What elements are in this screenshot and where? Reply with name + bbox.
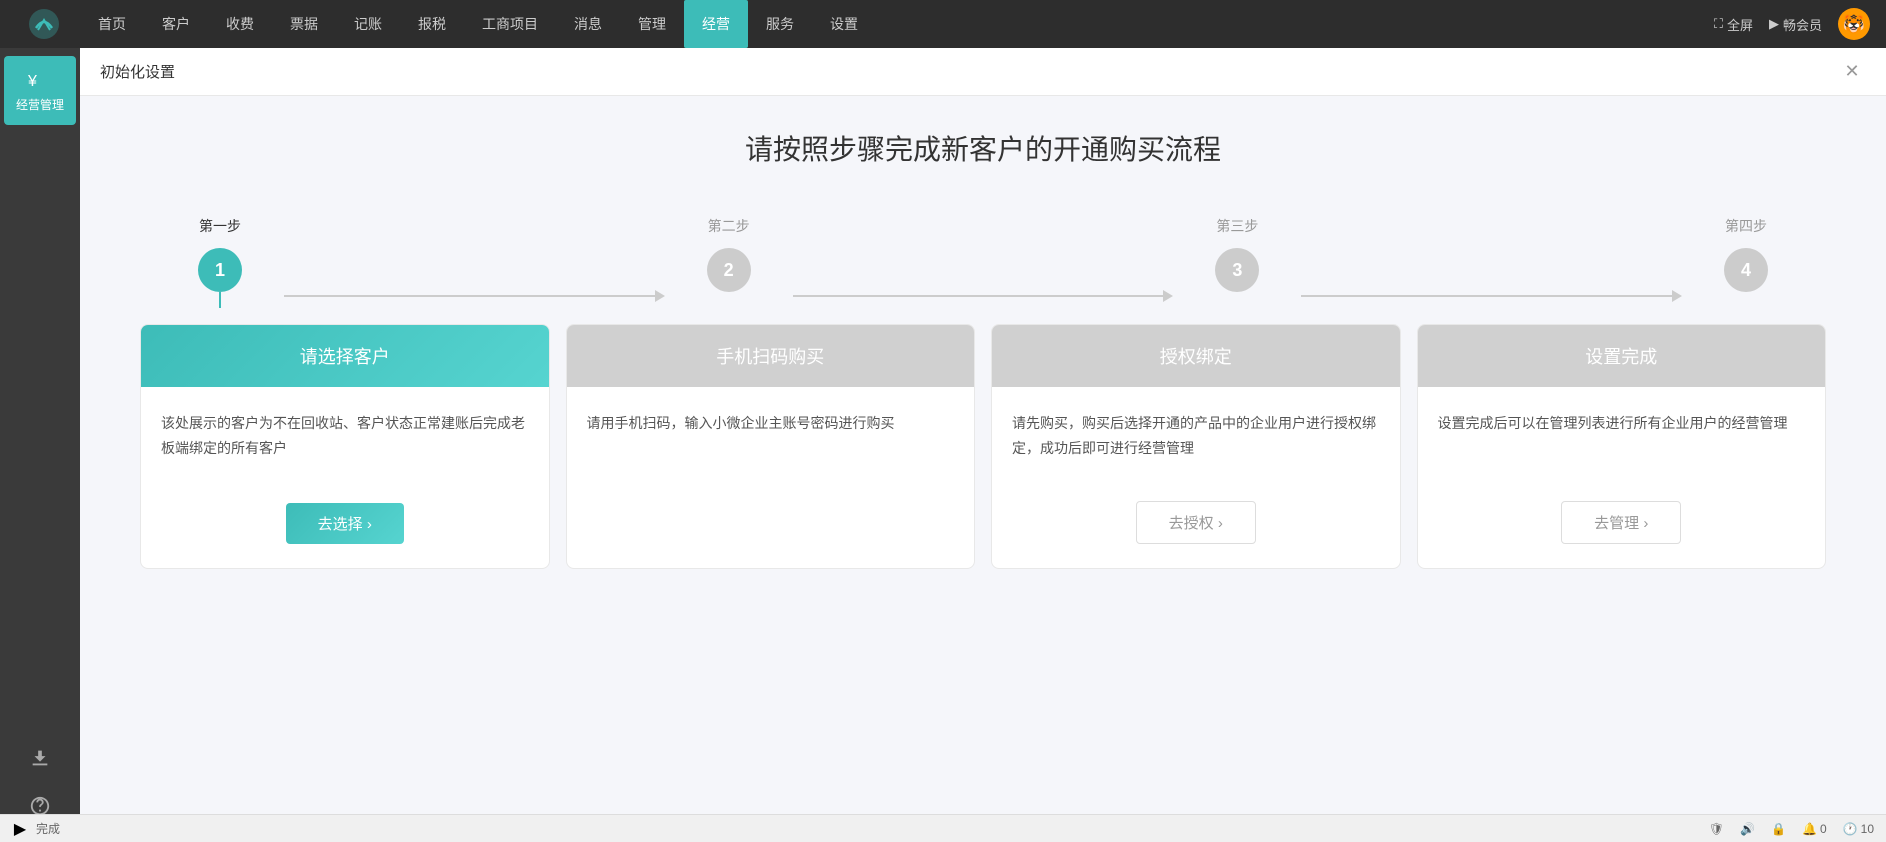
card-2: 手机扫码购买 请用手机扫码，输入小微企业主账号密码进行购买 — [566, 324, 976, 569]
sidebar: ¥ 经营管理 — [0, 48, 80, 842]
wizard-title: 请按照步骤完成新客户的开通购买流程 — [140, 128, 1826, 168]
lock-status: 🔒 — [1771, 822, 1786, 836]
lock-icon: 🔒 — [1771, 822, 1786, 836]
nav-item-home[interactable]: 首页 — [80, 0, 144, 48]
step-3: 第三步 3 — [1177, 216, 1297, 292]
card-3-header: 授权绑定 — [992, 325, 1400, 387]
arrow-1-2 — [655, 290, 665, 302]
volume-status: 🔊 — [1740, 822, 1755, 836]
status-right: 🛡 🔊 🔒 🔔 0 🕐 10 — [1709, 822, 1874, 836]
cards-row: 请选择客户 该处展示的客户为不在回收站、客户状态正常建账后完成老板端绑定的所有客… — [140, 324, 1826, 569]
card-2-footer — [567, 528, 975, 568]
card-1-footer: 去选择 › — [141, 487, 549, 568]
go-select-button[interactable]: 去选择 › — [286, 503, 404, 544]
line-2-3 — [793, 295, 1164, 297]
connector-3-4 — [1297, 290, 1686, 302]
line-1-2 — [284, 295, 655, 297]
card-1: 请选择客户 该处展示的客户为不在回收站、客户状态正常建账后完成老板端绑定的所有客… — [140, 324, 550, 569]
volume-icon: 🔊 — [1740, 822, 1755, 836]
step-3-label: 第三步 — [1216, 216, 1258, 236]
page-title: 初始化设置 — [100, 61, 175, 82]
fullscreen-btn[interactable]: ⛶ 全屏 — [1714, 15, 1753, 34]
sidebar-item-operation[interactable]: ¥ 经营管理 — [4, 56, 76, 125]
shield-status: 🛡 — [1709, 822, 1724, 836]
go-manage-button[interactable]: 去管理 › — [1561, 501, 1681, 544]
step-4: 第四步 4 — [1686, 216, 1806, 292]
step-1-circle: 1 — [198, 248, 242, 292]
arrow-2-3 — [1163, 290, 1173, 302]
app-logo[interactable] — [16, 8, 72, 40]
step-4-circle: 4 — [1724, 248, 1768, 292]
time-icon: 🕐 — [1843, 822, 1858, 836]
steps-container: 第一步 1 第二步 2 第三步 — [140, 216, 1826, 308]
status-text: 完成 — [36, 820, 60, 837]
step-1-label: 第一步 — [199, 216, 241, 236]
card-4: 设置完成 设置完成后可以在管理列表进行所有企业用户的经营管理 去管理 › — [1417, 324, 1827, 569]
fullscreen-icon: ⛶ — [1714, 16, 1723, 32]
card-3: 授权绑定 请先购买，购买后选择开通的产品中的企业用户进行授权绑定，成功后即可进行… — [991, 324, 1401, 569]
card-4-body: 设置完成后可以在管理列表进行所有企业用户的经营管理 — [1418, 387, 1826, 485]
step-1: 第一步 1 — [160, 216, 280, 308]
shield-icon: 🛡 — [1709, 822, 1724, 836]
play-button[interactable]: ▶ — [12, 821, 28, 837]
nav-item-bookkeep[interactable]: 记账 — [336, 0, 400, 48]
nav-item-bill[interactable]: 票据 — [272, 0, 336, 48]
sidebar-item-label: 经营管理 — [16, 96, 64, 113]
user-avatar[interactable]: 🐯 — [1838, 8, 1870, 40]
vip-icon: ▶ — [1769, 16, 1779, 32]
close-button[interactable]: ✕ — [1838, 58, 1866, 86]
wizard-area: 请按照步骤完成新客户的开通购买流程 第一步 1 第二步 2 — [80, 96, 1886, 601]
line-3-4 — [1301, 295, 1672, 297]
card-2-body: 请用手机扫码，输入小微企业主账号密码进行购买 — [567, 387, 975, 528]
nav-right-area: ⛶ 全屏 ▶ 畅会员 🐯 — [1714, 8, 1870, 40]
card-4-header: 设置完成 — [1418, 325, 1826, 387]
nav-item-manage[interactable]: 管理 — [620, 0, 684, 48]
card-2-header: 手机扫码购买 — [567, 325, 975, 387]
nav-item-settings[interactable]: 设置 — [812, 0, 876, 48]
step-4-label: 第四步 — [1725, 216, 1767, 236]
status-bar: ▶ 完成 🛡 🔊 🔒 🔔 0 🕐 10 — [0, 814, 1886, 842]
nav-item-service[interactable]: 服务 — [748, 0, 812, 48]
nav-item-customer[interactable]: 客户 — [144, 0, 208, 48]
time-value: 10 — [1861, 822, 1874, 836]
download-btn[interactable] — [20, 738, 60, 778]
step-1-tail — [219, 292, 221, 308]
nav-item-operation[interactable]: 经营 — [684, 0, 748, 48]
arrow-3-4 — [1672, 290, 1682, 302]
card-1-body: 该处展示的客户为不在回收站、客户状态正常建账后完成老板端绑定的所有客户 — [141, 387, 549, 487]
nav-item-message[interactable]: 消息 — [556, 0, 620, 48]
step-2-label: 第二步 — [708, 216, 750, 236]
notification-count: 0 — [1820, 822, 1827, 836]
connector-2-3 — [789, 290, 1178, 302]
step-2-circle: 2 — [707, 248, 751, 292]
step-2: 第二步 2 — [669, 216, 789, 292]
nav-item-commerce[interactable]: 工商项目 — [464, 0, 556, 48]
go-authorize-button[interactable]: 去授权 › — [1136, 501, 1256, 544]
connector-1-2 — [280, 290, 669, 302]
card-1-header: 请选择客户 — [141, 325, 549, 387]
time-status: 🕐 10 — [1843, 822, 1874, 836]
main-content: 初始化设置 ✕ 请按照步骤完成新客户的开通购买流程 第一步 1 第二步 — [80, 48, 1886, 814]
nav-item-tax[interactable]: 报税 — [400, 0, 464, 48]
card-4-footer: 去管理 › — [1418, 485, 1826, 568]
notification-icon: 🔔 — [1802, 822, 1817, 836]
vip-btn[interactable]: ▶ 畅会员 — [1769, 15, 1822, 34]
nav-item-fee[interactable]: 收费 — [208, 0, 272, 48]
step-1-pin: 1 — [198, 248, 242, 308]
content-header: 初始化设置 ✕ — [80, 48, 1886, 96]
card-3-footer: 去授权 › — [992, 485, 1400, 568]
svg-text:¥: ¥ — [28, 73, 37, 90]
card-3-body: 请先购买，购买后选择开通的产品中的企业用户进行授权绑定，成功后即可进行经营管理 — [992, 387, 1400, 485]
nav-items-list: 首页 客户 收费 票据 记账 报税 工商项目 消息 管理 经营 服务 设置 — [80, 0, 1714, 48]
step-3-circle: 3 — [1215, 248, 1259, 292]
top-navigation: 首页 客户 收费 票据 记账 报税 工商项目 消息 管理 经营 服务 设置 ⛶ … — [0, 0, 1886, 48]
notification-status: 🔔 0 — [1802, 822, 1827, 836]
